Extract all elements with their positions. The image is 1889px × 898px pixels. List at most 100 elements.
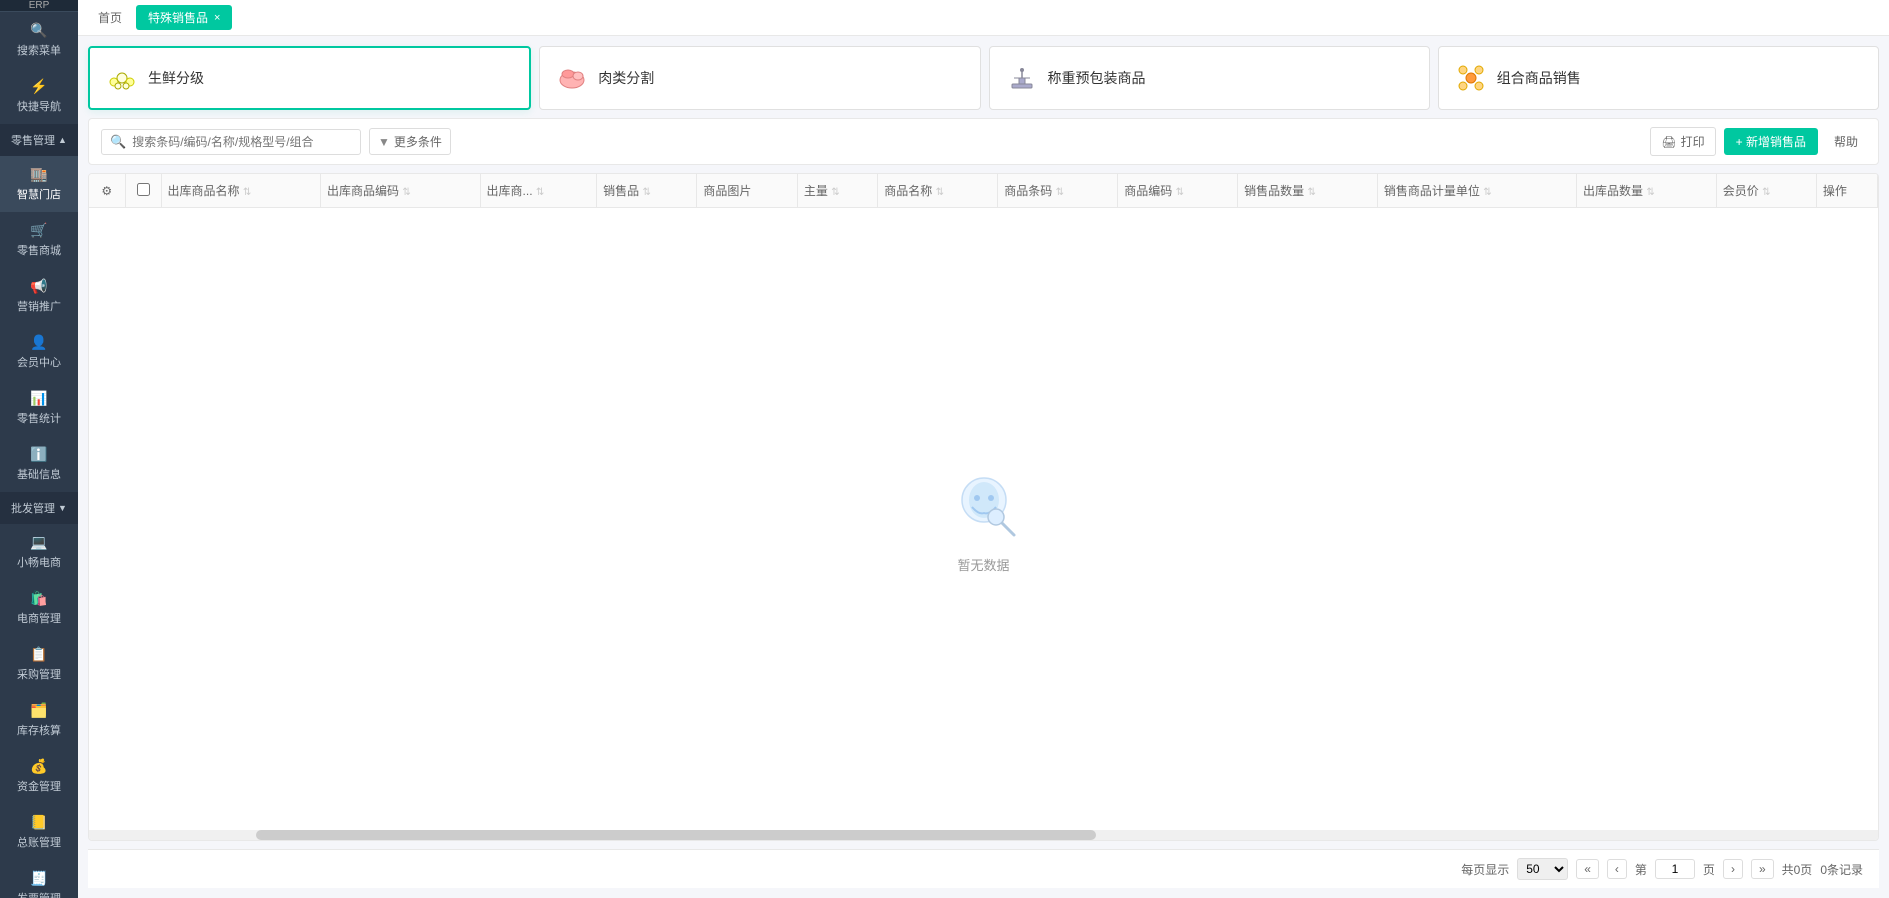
col-main-qty[interactable]: 主量 ⇅	[797, 174, 877, 208]
page-label: 第	[1635, 861, 1647, 878]
invoice-icon: 🧾	[30, 870, 47, 887]
col-checkbox[interactable]	[125, 174, 161, 208]
sidebar-item-search-menu[interactable]: 🔍 搜索菜单	[0, 12, 78, 68]
total-pages: 共0页	[1782, 861, 1813, 878]
sidebar-item-finance[interactable]: 💰 资金管理	[0, 748, 78, 804]
sort-icon: ⇅	[1056, 187, 1064, 198]
sidebar-item-label: 总账管理	[17, 834, 61, 850]
active-tab-label: 特殊销售品	[148, 9, 208, 26]
tab-meat-cut[interactable]: 肉类分割	[539, 46, 980, 110]
sidebar-item-retail-stats[interactable]: 📊 零售统计	[0, 380, 78, 436]
combo-sales-icon	[1455, 62, 1487, 94]
empty-illustration	[944, 465, 1024, 545]
tab-combo-sales[interactable]: 组合商品销售	[1438, 46, 1879, 110]
sidebar-item-retail-mall[interactable]: 🛒 零售商城	[0, 212, 78, 268]
more-filter-button[interactable]: ▼ 更多条件	[369, 128, 451, 155]
sidebar-item-retail-mgmt[interactable]: 零售管理 ▲	[0, 124, 78, 156]
sidebar-item-label: 智慧门店	[17, 186, 61, 202]
ledger-icon: 📒	[30, 814, 47, 831]
sidebar-item-quick-nav[interactable]: ⚡ 快捷导航	[0, 68, 78, 124]
search-box[interactable]: 🔍	[101, 129, 361, 155]
sidebar-item-promo[interactable]: 📢 营销推广	[0, 268, 78, 324]
new-label: + 新增销售品	[1736, 133, 1806, 150]
sidebar-item-label: 发票管理	[17, 890, 61, 898]
sidebar-item-invoice[interactable]: 🧾 发票管理	[0, 860, 78, 898]
empty-text: 暂无数据	[957, 555, 1009, 574]
topbar: 首页 特殊销售品 ×	[78, 0, 1889, 36]
sidebar-item-ledger[interactable]: 📒 总账管理	[0, 804, 78, 860]
retail-stats-icon: 📊	[30, 390, 47, 407]
last-page-button[interactable]: »	[1751, 859, 1774, 879]
scale-prepack-label: 称重预包装商品	[1048, 68, 1146, 88]
filter-right: 🖨 打印 + 新增销售品 帮助	[1650, 127, 1866, 156]
active-tab[interactable]: 特殊销售品 ×	[136, 5, 232, 30]
search-input[interactable]	[132, 135, 352, 149]
col-out-qty[interactable]: 出库品数量 ⇅	[1576, 174, 1716, 208]
new-sales-item-button[interactable]: + 新增销售品	[1724, 128, 1818, 155]
col-sale-unit[interactable]: 销售商品计量单位 ⇅	[1377, 174, 1576, 208]
sidebar-item-mini-ecom[interactable]: 💻 小畅电商	[0, 524, 78, 580]
basic-info-icon: ℹ️	[30, 446, 47, 463]
sidebar-item-wholesale-mgmt[interactable]: 批发管理 ▼	[0, 492, 78, 524]
filter-icon: ▼	[378, 135, 390, 149]
per-page-select[interactable]: 102050100	[1517, 858, 1568, 880]
print-icon: 🖨	[1661, 135, 1676, 149]
gear-icon: ⚙	[101, 184, 112, 198]
sort-icon: ⇅	[402, 187, 410, 198]
sidebar-item-member-center[interactable]: 👤 会员中心	[0, 324, 78, 380]
tab-scale-prepack[interactable]: 称重预包装商品	[989, 46, 1430, 110]
col-barcode[interactable]: 商品条码 ⇅	[998, 174, 1118, 208]
purchase-mgmt-icon: 📋	[30, 646, 47, 663]
sidebar-logo: ERP	[0, 0, 78, 12]
first-page-button[interactable]: «	[1576, 859, 1599, 879]
col-member-price[interactable]: 会员价 ⇅	[1716, 174, 1816, 208]
horizontal-scrollbar[interactable]	[89, 830, 1878, 840]
col-sale-item[interactable]: 销售品 ⇅	[597, 174, 697, 208]
scale-prepack-icon	[1006, 62, 1038, 94]
col-item-name[interactable]: 商品名称 ⇅	[878, 174, 998, 208]
horizontal-scroll-thumb[interactable]	[256, 830, 1096, 840]
help-button[interactable]: 帮助	[1826, 128, 1866, 155]
sidebar: ERP 🔍 搜索菜单 ⚡ 快捷导航 零售管理 ▲ 🏬 智慧门店 🛒 零售商城 📢…	[0, 0, 78, 898]
data-table: ⚙ 出库商品名称 ⇅ 出库商品编码 ⇅	[89, 174, 1878, 208]
sidebar-item-label: 营销推广	[17, 298, 61, 314]
col-sale-qty[interactable]: 销售品数量 ⇅	[1238, 174, 1378, 208]
search-menu-icon: 🔍	[30, 22, 47, 39]
print-button[interactable]: 🖨 打印	[1650, 127, 1715, 156]
retail-mgmt-label: 零售管理	[11, 132, 55, 148]
col-out-spec[interactable]: 出库商... ⇅	[480, 174, 597, 208]
search-icon: 🔍	[110, 134, 126, 150]
sidebar-item-purchase-mgmt[interactable]: 📋 采购管理	[0, 636, 78, 692]
wholesale-mgmt-label: 批发管理	[11, 500, 55, 516]
select-all-checkbox[interactable]	[137, 183, 150, 196]
sidebar-item-label: 基础信息	[17, 466, 61, 482]
col-gear[interactable]: ⚙	[89, 174, 125, 208]
sidebar-item-ecom-mgmt[interactable]: 🛍️ 电商管理	[0, 580, 78, 636]
page-number-input[interactable]	[1655, 859, 1695, 879]
more-filter-label: 更多条件	[394, 133, 442, 150]
col-image[interactable]: 商品图片	[697, 174, 798, 208]
main-area: 首页 特殊销售品 × 生鲜分级	[78, 0, 1889, 898]
total-records: 0条记录	[1820, 861, 1863, 878]
col-item-code[interactable]: 商品编码 ⇅	[1118, 174, 1238, 208]
prev-page-button[interactable]: ‹	[1607, 859, 1627, 879]
tab-fresh-grade[interactable]: 生鲜分级	[88, 46, 531, 110]
page-unit: 页	[1703, 861, 1715, 878]
next-page-button[interactable]: ›	[1723, 859, 1743, 879]
home-breadcrumb[interactable]: 首页	[90, 9, 130, 26]
sidebar-item-smart-store[interactable]: 🏬 智慧门店	[0, 156, 78, 212]
sidebar-item-label: 零售统计	[17, 410, 61, 426]
fresh-grade-label: 生鲜分级	[148, 68, 204, 88]
per-page-label: 每页显示	[1461, 861, 1509, 878]
meat-cut-label: 肉类分割	[598, 68, 654, 88]
sidebar-item-label: 小畅电商	[17, 554, 61, 570]
ecom-mgmt-icon: 🛍️	[30, 590, 47, 607]
close-tab-icon[interactable]: ×	[214, 12, 220, 24]
col-out-name[interactable]: 出库商品名称 ⇅	[161, 174, 321, 208]
filter-bar: 🔍 ▼ 更多条件 🖨 打印 + 新增销售品 帮助	[88, 118, 1879, 165]
col-out-code[interactable]: 出库商品编码 ⇅	[321, 174, 481, 208]
sidebar-item-label: 搜索菜单	[17, 42, 61, 58]
sidebar-item-basic-info[interactable]: ℹ️ 基础信息	[0, 436, 78, 492]
sidebar-item-inventory[interactable]: 🗂️ 库存核算	[0, 692, 78, 748]
mini-ecom-icon: 💻	[30, 534, 47, 551]
